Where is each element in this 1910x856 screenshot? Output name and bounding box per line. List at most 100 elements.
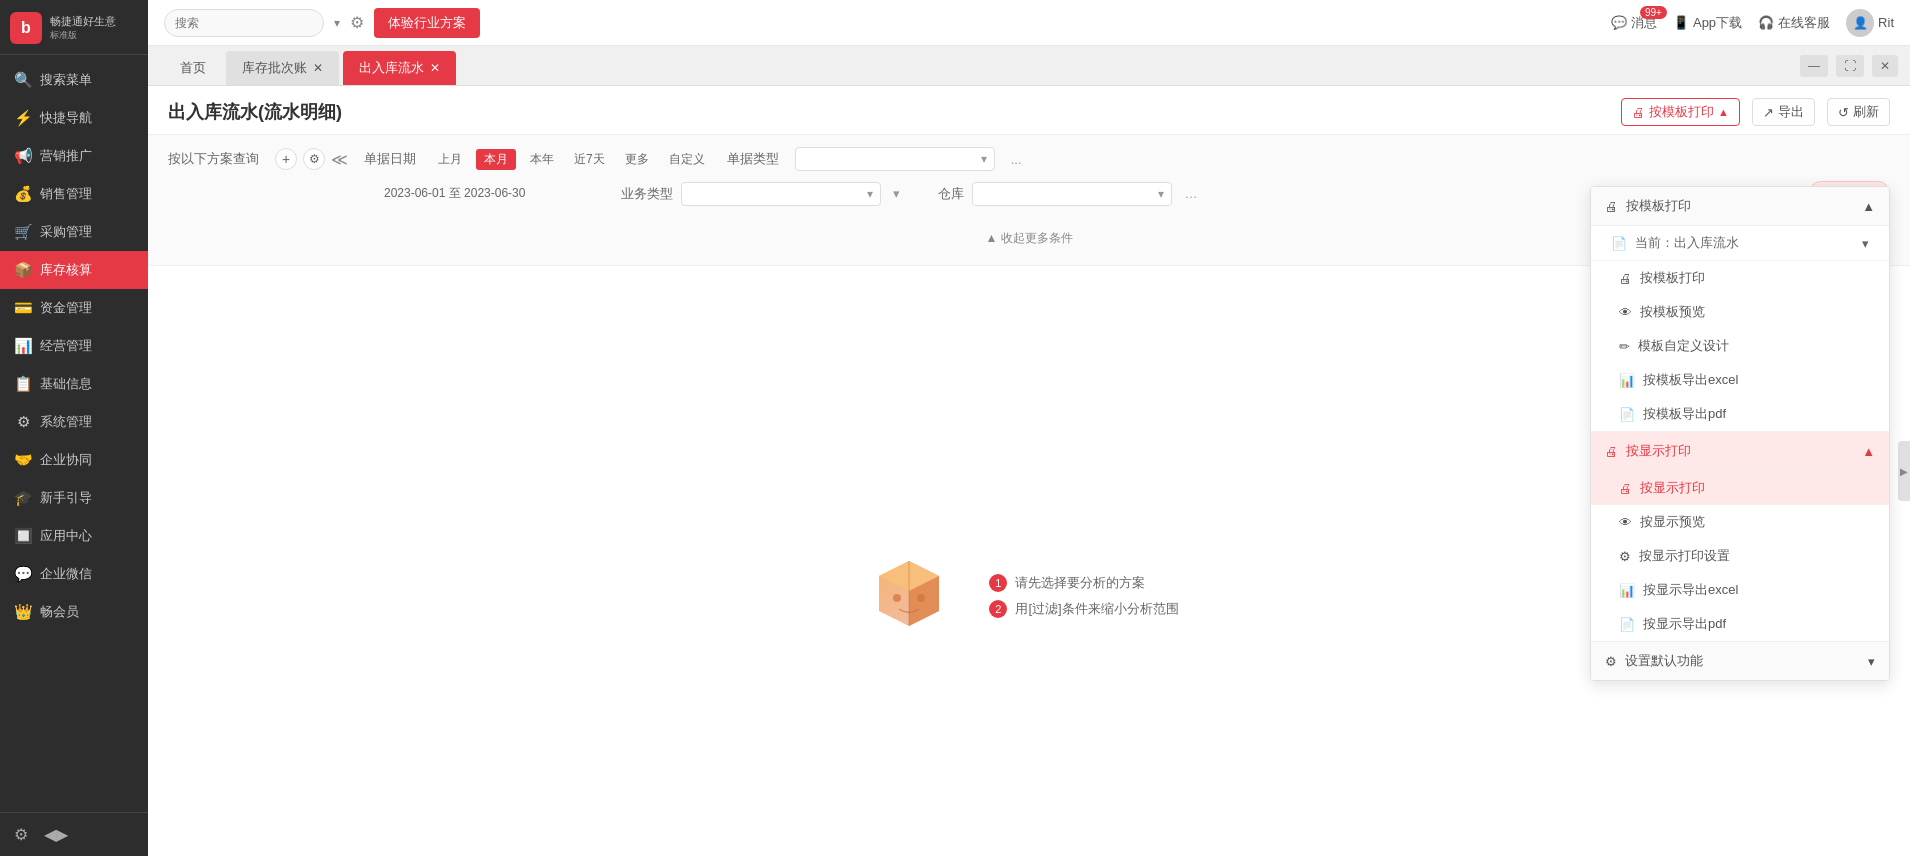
sidebar-item-member[interactable]: 👑 畅会员 bbox=[0, 593, 148, 631]
print-template-btn[interactable]: 🖨 按模板打印 ▲ bbox=[1621, 98, 1740, 126]
sidebar-item-operations[interactable]: 📊 经营管理 bbox=[0, 327, 148, 365]
date-tab-custom[interactable]: 自定义 bbox=[663, 149, 711, 170]
topbar-gear-icon[interactable]: ⚙ bbox=[350, 13, 364, 32]
sidebar-item-cooperation[interactable]: 🤝 企业协同 bbox=[0, 441, 148, 479]
template-custom-item[interactable]: ✏ 模板自定义设计 bbox=[1591, 329, 1889, 363]
purchase-icon: 🛒 bbox=[14, 223, 32, 241]
sidebar-item-sales[interactable]: 💰 销售管理 bbox=[0, 175, 148, 213]
tab-close-flow[interactable]: ✕ bbox=[430, 61, 440, 75]
sidebar-item-basics[interactable]: 📋 基础信息 bbox=[0, 365, 148, 403]
template-export-excel-item[interactable]: 📊 按模板导出excel bbox=[1591, 363, 1889, 397]
sidebar-item-label: 新手引导 bbox=[40, 489, 92, 507]
user-profile[interactable]: 👤 Rit bbox=[1846, 9, 1894, 37]
display-print-settings-label: 按显示打印设置 bbox=[1639, 547, 1730, 565]
marketing-icon: 📢 bbox=[14, 147, 32, 165]
sidebar-item-marketing[interactable]: 📢 营销推广 bbox=[0, 137, 148, 175]
print-chevron-icon: ▲ bbox=[1718, 106, 1729, 118]
sidebar-item-purchase[interactable]: 🛒 采购管理 bbox=[0, 213, 148, 251]
online-service-btn[interactable]: 🎧 在线客服 bbox=[1758, 14, 1830, 32]
tab-home[interactable]: 首页 bbox=[164, 51, 222, 85]
date-tab-last-month[interactable]: 上月 bbox=[432, 149, 468, 170]
search-input[interactable] bbox=[164, 9, 324, 37]
date-tab-more[interactable]: 更多 bbox=[619, 149, 655, 170]
sidebar-item-apps[interactable]: 🔲 应用中心 bbox=[0, 517, 148, 555]
warehouse-more-btn[interactable]: … bbox=[1184, 186, 1197, 201]
date-tab-current-year[interactable]: 本年 bbox=[524, 149, 560, 170]
display-print-header-label: 按显示打印 bbox=[1626, 442, 1691, 460]
sidebar-item-label: 搜索菜单 bbox=[40, 71, 92, 89]
topbar-dropdown-icon[interactable]: ▾ bbox=[334, 16, 340, 30]
business-type-select[interactable] bbox=[681, 182, 881, 206]
topbar: ▾ ⚙ 体验行业方案 💬 消息 99+ 📱 App下载 🎧 在线客服 👤 bbox=[148, 0, 1910, 46]
filter-collapse-left-btn[interactable]: ≪ bbox=[331, 150, 348, 169]
tab-flow[interactable]: 出入库流水 ✕ bbox=[343, 51, 456, 85]
sidebar-item-search[interactable]: 🔍 搜索菜单 bbox=[0, 61, 148, 99]
warehouse-select[interactable] bbox=[972, 182, 1172, 206]
wechat-icon: 💬 bbox=[14, 565, 32, 583]
doc-type-more-btn[interactable]: ... bbox=[1011, 152, 1022, 167]
sidebar-item-label: 系统管理 bbox=[40, 413, 92, 431]
sidebar-item-finance[interactable]: 💳 资金管理 bbox=[0, 289, 148, 327]
tabs-minimize-btn[interactable]: — bbox=[1800, 55, 1828, 77]
display-print-header-icon: 🖨 bbox=[1605, 444, 1618, 459]
doc-type-select-wrapper bbox=[795, 147, 995, 171]
search-icon: 🔍 bbox=[14, 71, 32, 89]
sidebar-item-guide[interactable]: 🎓 新手引导 bbox=[0, 479, 148, 517]
guide-icon: 🎓 bbox=[14, 489, 32, 507]
app-download-btn[interactable]: 📱 App下载 bbox=[1673, 14, 1742, 32]
template-preview-item[interactable]: 👁 按模板预览 bbox=[1591, 295, 1889, 329]
display-print-settings-item[interactable]: ⚙ 按显示打印设置 bbox=[1591, 539, 1889, 573]
tab-batch-account-label: 库存批次账 bbox=[242, 59, 307, 77]
doc-type-select[interactable] bbox=[795, 147, 995, 171]
display-preview-icon: 👁 bbox=[1619, 515, 1632, 530]
template-custom-label: 模板自定义设计 bbox=[1638, 337, 1729, 355]
sidebar-item-wechat[interactable]: 💬 企业微信 bbox=[0, 555, 148, 593]
display-export-pdf-item[interactable]: 📄 按显示导出pdf bbox=[1591, 607, 1889, 641]
right-edge-collapse[interactable]: ▶ bbox=[1898, 441, 1910, 501]
filter-action-btns: + ⚙ ≪ bbox=[275, 148, 348, 170]
cooperation-icon: 🤝 bbox=[14, 451, 32, 469]
set-default-footer[interactable]: ⚙ 设置默认功能 ▾ bbox=[1591, 641, 1889, 680]
date-filter: 上月 本月 本年 近7天 更多 自定义 bbox=[432, 149, 711, 170]
display-print-label: 按显示打印 bbox=[1640, 479, 1705, 497]
filter-row-1: 按以下方案查询 + ⚙ ≪ 单据日期 上月 本月 本年 近7天 更多 自定义 单… bbox=[168, 147, 1890, 171]
sidebar-item-quick-nav[interactable]: ⚡ 快捷导航 bbox=[0, 99, 148, 137]
date-range-display: 2023-06-01 至 2023-06-30 bbox=[384, 185, 525, 202]
sidebar-item-label: 采购管理 bbox=[40, 223, 92, 241]
sales-icon: 💰 bbox=[14, 185, 32, 203]
system-icon: ⚙ bbox=[14, 413, 32, 431]
export-btn[interactable]: ↗ 导出 bbox=[1752, 98, 1815, 126]
collapse-icon[interactable]: ◀▶ bbox=[44, 825, 68, 844]
template-export-pdf-item[interactable]: 📄 按模板导出pdf bbox=[1591, 397, 1889, 431]
display-export-excel-item[interactable]: 📊 按显示导出excel bbox=[1591, 573, 1889, 607]
sidebar-item-label: 经营管理 bbox=[40, 337, 92, 355]
template-print-item[interactable]: 🖨 按模板打印 bbox=[1591, 261, 1889, 295]
display-print-section-header[interactable]: 🖨 按显示打印 ▲ bbox=[1591, 432, 1889, 471]
topbar-right: 💬 消息 99+ 📱 App下载 🎧 在线客服 👤 Rit bbox=[1611, 9, 1894, 37]
settings-icon[interactable]: ⚙ bbox=[14, 825, 28, 844]
current-label-row[interactable]: 📄 当前：出入库流水 ▾ bbox=[1591, 226, 1889, 261]
date-tab-current-month[interactable]: 本月 bbox=[476, 149, 516, 170]
filter-settings-btn[interactable]: ⚙ bbox=[303, 148, 325, 170]
svg-point-4 bbox=[893, 594, 901, 602]
business-type-more-btn[interactable]: ▾ bbox=[893, 186, 900, 201]
sidebar-item-inventory[interactable]: 📦 库存核算 bbox=[0, 251, 148, 289]
display-print-chevron: ▲ bbox=[1862, 444, 1875, 459]
export-label: 导出 bbox=[1778, 103, 1804, 121]
industry-btn[interactable]: 体验行业方案 bbox=[374, 8, 480, 38]
tab-close-batch-account[interactable]: ✕ bbox=[313, 61, 323, 75]
display-print-item[interactable]: 🖨 按显示打印 bbox=[1591, 471, 1889, 505]
filter-add-btn[interactable]: + bbox=[275, 148, 297, 170]
display-preview-item[interactable]: 👁 按显示预览 bbox=[1591, 505, 1889, 539]
page-header: 出入库流水(流水明细) 🖨 按模板打印 ▲ ↗ 导出 ↺ 刷新 bbox=[148, 86, 1910, 135]
sidebar-item-system[interactable]: ⚙ 系统管理 bbox=[0, 403, 148, 441]
template-print-section-header[interactable]: 🖨 按模板打印 ▲ bbox=[1591, 187, 1889, 226]
messages-btn[interactable]: 💬 消息 99+ bbox=[1611, 14, 1657, 32]
tabs-close-btn[interactable]: ✕ bbox=[1872, 55, 1898, 77]
template-pdf-icon: 📄 bbox=[1619, 407, 1635, 422]
empty-text: 1 请先选择要分析的方案 2 用[过滤]条件来缩小分析范围 bbox=[989, 574, 1178, 618]
tabs-maximize-btn[interactable]: ⛶ bbox=[1836, 55, 1864, 77]
refresh-btn[interactable]: ↺ 刷新 bbox=[1827, 98, 1890, 126]
date-tab-last-7-days[interactable]: 近7天 bbox=[568, 149, 611, 170]
tab-batch-account[interactable]: 库存批次账 ✕ bbox=[226, 51, 339, 85]
